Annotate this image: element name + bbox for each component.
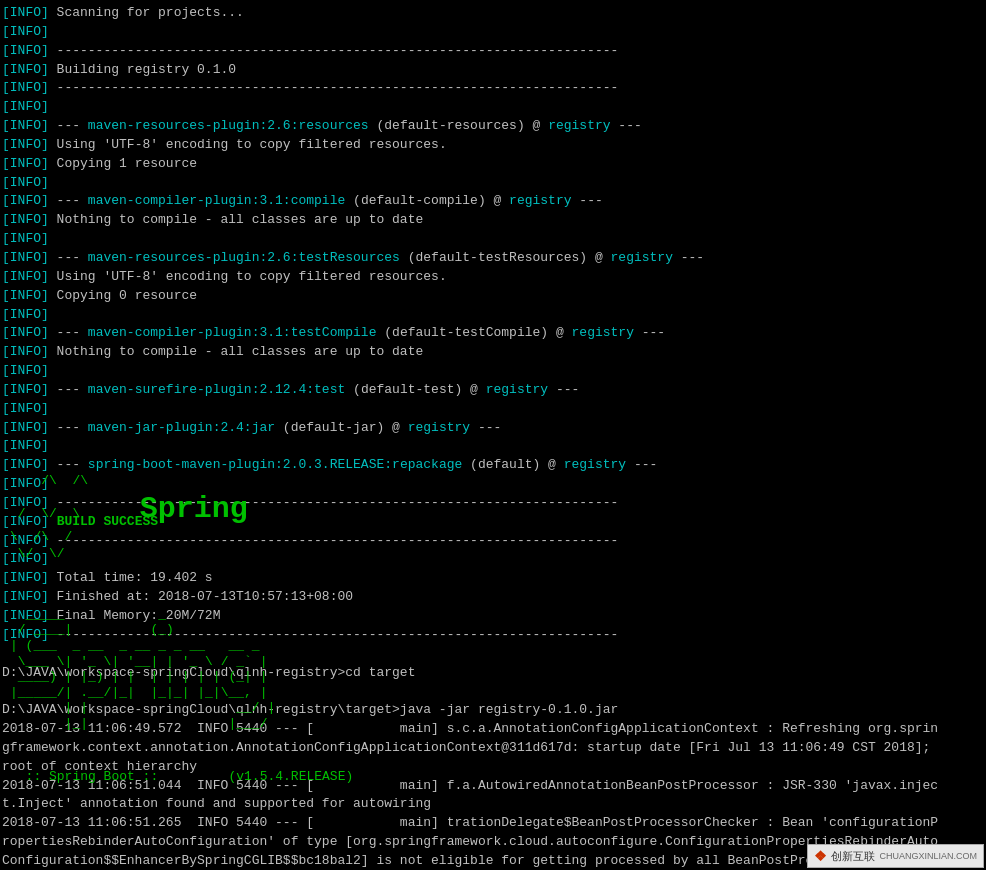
line-2: [INFO] [2,23,984,42]
line-13: [INFO] [2,230,984,249]
line-15: [INFO] Using 'UTF-8' encoding to copy fi… [2,268,984,287]
line-17: [INFO] [2,306,984,325]
spring-ascii: _____ _ / ____| (_) | (___ _ __ _ __ _ _… [10,607,353,732]
line-6: [INFO] [2,98,984,117]
line-24: [INFO] [2,437,984,456]
watermark-logo-icon: ❖ [814,848,827,864]
line-12: [INFO] Nothing to compile - all classes … [2,211,984,230]
line-1: [INFO] Scanning for projects... [2,4,984,23]
terminal-window: [INFO] Scanning for projects... [INFO] [… [0,0,986,870]
line-3: [INFO] ---------------------------------… [2,42,984,61]
line-16: [INFO] Copying 0 resource [2,287,984,306]
line-14: [INFO] --- maven-resources-plugin:2.6:te… [2,249,984,268]
line-18: [INFO] --- maven-compiler-plugin:3.1:tes… [2,324,984,343]
line-11: [INFO] --- maven-compiler-plugin:3.1:com… [2,192,984,211]
line-23: [INFO] --- maven-jar-plugin:2.4:jar (def… [2,419,984,438]
line-21: [INFO] --- maven-surefire-plugin:2.12.4:… [2,381,984,400]
line-19: [INFO] Nothing to compile - all classes … [2,343,984,362]
line-22: [INFO] [2,400,984,419]
line-10: [INFO] [2,174,984,193]
line-5: [INFO] ---------------------------------… [2,79,984,98]
line-9: [INFO] Copying 1 resource [2,155,984,174]
line-4: [INFO] Building registry 0.1.0 [2,61,984,80]
line-8: [INFO] Using 'UTF-8' encoding to copy fi… [2,136,984,155]
watermark: ❖ 创新互联 CHUANGXINLIAN.COM [807,844,984,868]
spring-boot-label: :: Spring Boot :: (v1.5.4.RELEASE) [10,769,353,786]
watermark-text: 创新互联 [831,849,875,864]
line-20: [INFO] [2,362,984,381]
spring-logo: /\ /\ / \/ \ Spring \ /\ / \/ \/ _____ _… [10,456,353,820]
watermark-url: CHUANGXINLIAN.COM [879,851,977,861]
line-7: [INFO] --- maven-resources-plugin:2.6:re… [2,117,984,136]
